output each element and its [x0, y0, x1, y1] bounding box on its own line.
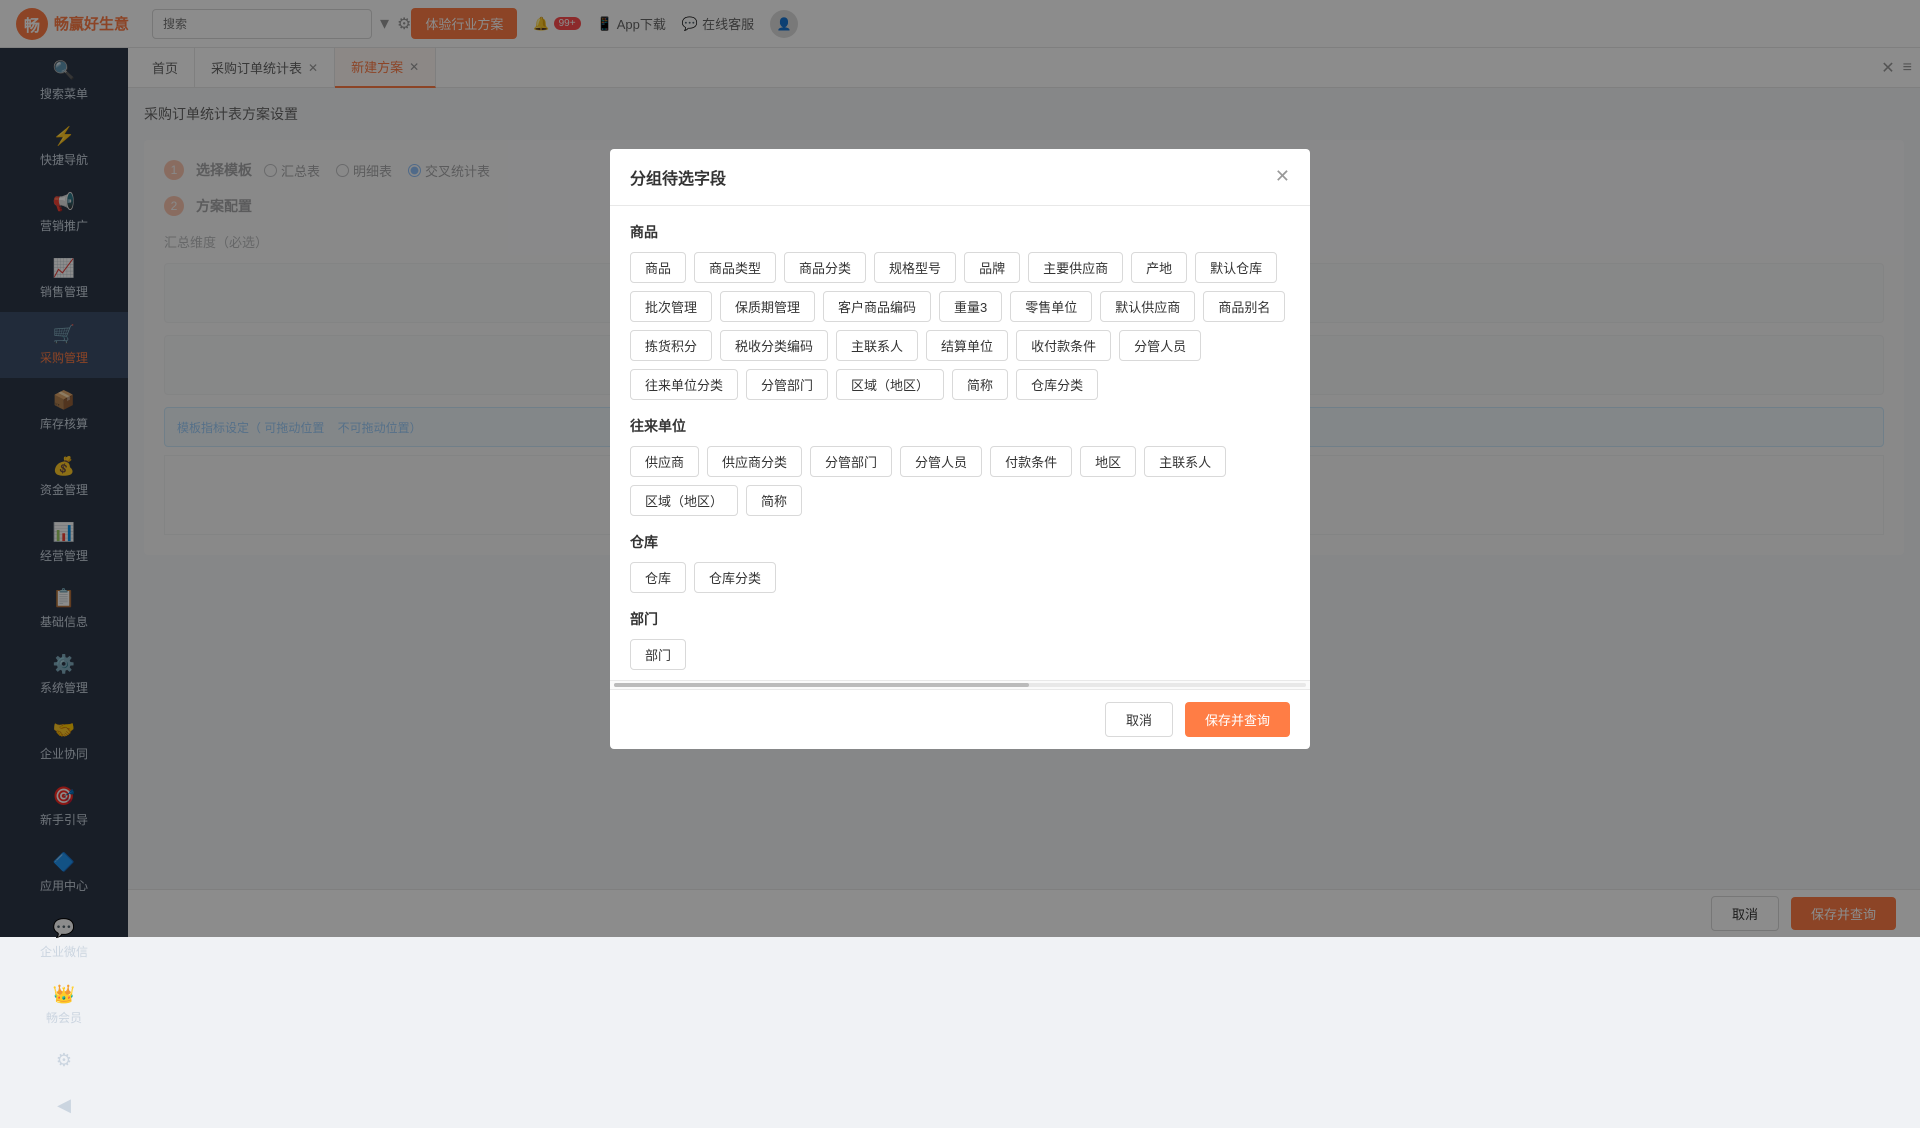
field-tag-批次管理[interactable]: 批次管理 — [630, 291, 712, 322]
field-tag-供应商[interactable]: 供应商 — [630, 446, 699, 477]
field-tags-partner: 供应商供应商分类分管部门分管人员付款条件地区主联系人区域（地区） 简称 — [630, 446, 1290, 516]
field-tag-产地[interactable]: 产地 — [1131, 252, 1187, 283]
field-tag-分管部门[interactable]: 分管部门 — [810, 446, 892, 477]
field-tag-结算单位[interactable]: 结算单位 — [926, 330, 1008, 361]
section-title-warehouse: 仓库 — [630, 532, 1290, 552]
section-warehouse: 仓库仓库仓库分类 — [630, 532, 1290, 593]
field-tag-商品分类[interactable]: 商品分类 — [784, 252, 866, 283]
field-tag-拣货积分[interactable]: 拣货积分 — [630, 330, 712, 361]
sidebar-settings[interactable]: ⚙ — [0, 1038, 128, 1083]
modal-header: 分组待选字段 ✕ — [610, 149, 1310, 206]
field-tag-保质期管理[interactable]: 保质期管理 — [720, 291, 815, 322]
section-title-partner: 往来单位 — [630, 416, 1290, 436]
field-tag-重量3[interactable]: 重量3 — [939, 291, 1002, 322]
field-tag-默认仓库[interactable]: 默认仓库 — [1195, 252, 1277, 283]
modal-title: 分组待选字段 — [630, 165, 726, 189]
field-tag-地区[interactable]: 地区 — [1080, 446, 1136, 477]
modal-hscroll[interactable] — [610, 680, 1310, 689]
field-tag-主联系人[interactable]: 主联系人 — [1144, 446, 1226, 477]
section-department: 部门部门 — [630, 609, 1290, 670]
field-tag-仓库分类[interactable]: 仓库分类 — [1016, 369, 1098, 400]
modal-close-button[interactable]: ✕ — [1275, 166, 1290, 187]
collapse-icon: ◀ — [57, 1095, 71, 1116]
field-tag-商品类型[interactable]: 商品类型 — [694, 252, 776, 283]
field-tag-主要供应商[interactable]: 主要供应商 — [1028, 252, 1123, 283]
sidebar-label-member: 畅会员 — [46, 1009, 82, 1026]
field-tag-商品[interactable]: 商品 — [630, 252, 686, 283]
field-tag-分管人员[interactable]: 分管人员 — [1119, 330, 1201, 361]
modal-dialog: 分组待选字段 ✕ 商品商品商品类型商品分类规格型号品牌主要供应商产地默认仓库批次… — [610, 149, 1310, 749]
field-tag-规格型号[interactable]: 规格型号 — [874, 252, 956, 283]
field-tag-付款条件[interactable]: 付款条件 — [990, 446, 1072, 477]
field-tags-commodity: 商品商品类型商品分类规格型号品牌主要供应商产地默认仓库批次管理保质期管理客户商品… — [630, 252, 1290, 400]
field-tag-分管部门[interactable]: 分管部门 — [746, 369, 828, 400]
field-tag-供应商分类[interactable]: 供应商分类 — [707, 446, 802, 477]
settings-sidebar-icon: ⚙ — [56, 1050, 72, 1071]
field-tag-税收分类编码[interactable]: 税收分类编码 — [720, 330, 828, 361]
field-tag-商品别名[interactable]: 商品别名 — [1203, 291, 1285, 322]
field-tag-收付款条件[interactable]: 收付款条件 — [1016, 330, 1111, 361]
field-tag-品牌[interactable]: 品牌 — [964, 252, 1020, 283]
field-tag-分管人员[interactable]: 分管人员 — [900, 446, 982, 477]
field-tag-默认供应商[interactable]: 默认供应商 — [1100, 291, 1195, 322]
sidebar-collapse[interactable]: ◀ — [0, 1083, 128, 1128]
modal-footer: 取消 保存并查询 — [610, 689, 1310, 749]
section-title-commodity: 商品 — [630, 222, 1290, 242]
field-tag-仓库[interactable]: 仓库 — [630, 562, 686, 593]
field-tag-部门[interactable]: 部门 — [630, 639, 686, 670]
field-tags-warehouse: 仓库仓库分类 — [630, 562, 1290, 593]
modal-save-button[interactable]: 保存并查询 — [1185, 702, 1290, 737]
field-tags-department: 部门 — [630, 639, 1290, 670]
modal-overlay: 分组待选字段 ✕ 商品商品商品类型商品分类规格型号品牌主要供应商产地默认仓库批次… — [0, 0, 1920, 937]
modal-cancel-button[interactable]: 取消 — [1105, 702, 1173, 737]
field-tag-区域（地区）[interactable]: 区域（地区） — [630, 485, 738, 516]
field-tag-简称[interactable]: 简称 — [952, 369, 1008, 400]
sidebar-item-member[interactable]: 👑 畅会员 — [0, 972, 128, 1038]
sidebar-bottom: ⚙ ◀ — [0, 1038, 128, 1128]
field-tag-客户商品编码[interactable]: 客户商品编码 — [823, 291, 931, 322]
section-title-department: 部门 — [630, 609, 1290, 629]
modal-body: 商品商品商品类型商品分类规格型号品牌主要供应商产地默认仓库批次管理保质期管理客户… — [610, 206, 1310, 680]
section-commodity: 商品商品商品类型商品分类规格型号品牌主要供应商产地默认仓库批次管理保质期管理客户… — [630, 222, 1290, 400]
field-tag-往来单位分类[interactable]: 往来单位分类 — [630, 369, 738, 400]
field-tag-简称[interactable]: 简称 — [746, 485, 802, 516]
section-partner: 往来单位供应商供应商分类分管部门分管人员付款条件地区主联系人区域（地区） 简称 — [630, 416, 1290, 516]
field-tag-区域（地区）[interactable]: 区域（地区） — [836, 369, 944, 400]
field-tag-主联系人[interactable]: 主联系人 — [836, 330, 918, 361]
field-tag-仓库分类[interactable]: 仓库分类 — [694, 562, 776, 593]
field-tag-零售单位[interactable]: 零售单位 — [1010, 291, 1092, 322]
member-icon: 👑 — [53, 984, 75, 1005]
sidebar-label-wechat: 企业微信 — [40, 943, 88, 960]
